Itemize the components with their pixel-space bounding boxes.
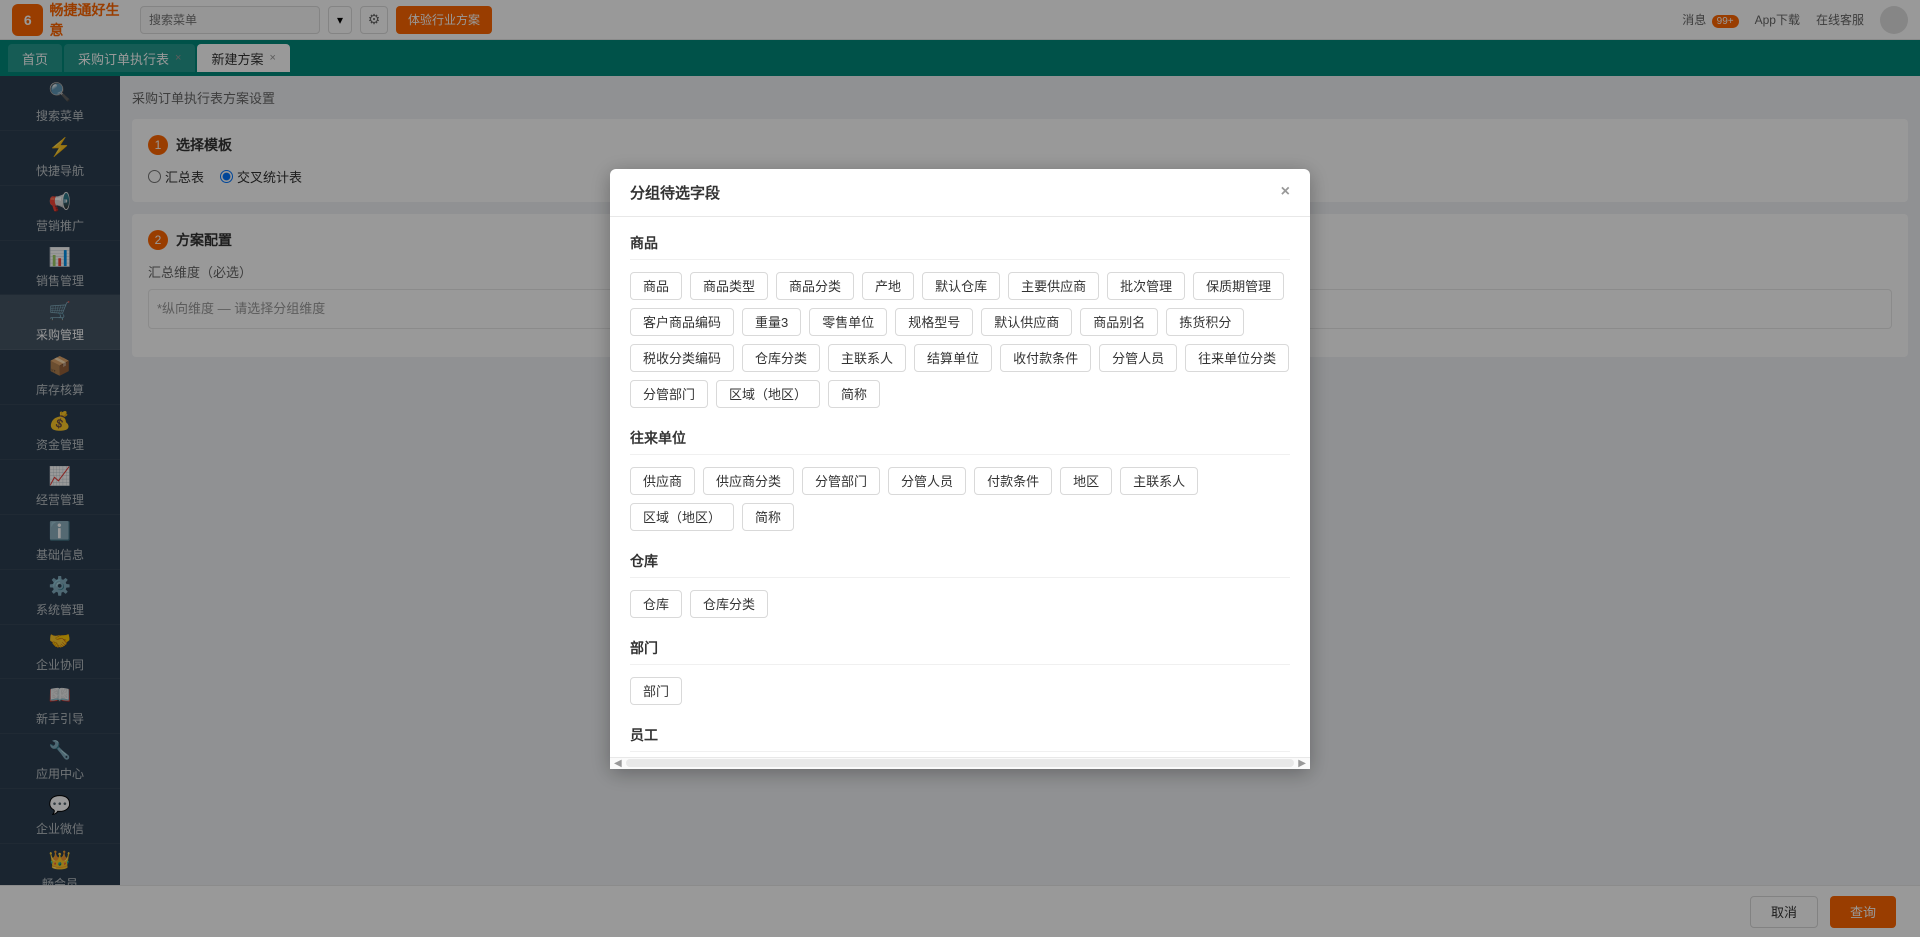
partner-chips: 供应商 供应商分类 分管部门 分管人员 付款条件 地区 主联系人 区域（地区） … (630, 467, 1290, 531)
chip-settle-unit[interactable]: 结算单位 (914, 344, 992, 372)
chip-default-warehouse[interactable]: 默认仓库 (922, 272, 1000, 300)
chip-tax-code[interactable]: 税收分类编码 (630, 344, 734, 372)
chip-spec-model[interactable]: 规格型号 (895, 308, 973, 336)
chip-admin-dept[interactable]: 分管部门 (630, 380, 708, 408)
chip-short-name2[interactable]: 简称 (742, 503, 794, 531)
chip-default-supplier[interactable]: 默认供应商 (981, 308, 1072, 336)
chip-dept[interactable]: 部门 (630, 677, 682, 705)
chip-main-contact[interactable]: 主联系人 (828, 344, 906, 372)
chip-admin-staff[interactable]: 分管人员 (1099, 344, 1177, 372)
chip-supplier[interactable]: 供应商 (630, 467, 695, 495)
chip-warehouse-category[interactable]: 仓库分类 (742, 344, 820, 372)
section-employee: 员工 业务员 (630, 725, 1290, 757)
section-dept: 部门 部门 (630, 638, 1290, 705)
chip-main-contact2[interactable]: 主联系人 (1120, 467, 1198, 495)
chip-warehouse[interactable]: 仓库 (630, 590, 682, 618)
section-product-title: 商品 (630, 233, 1290, 260)
chip-origin[interactable]: 产地 (862, 272, 914, 300)
chip-expiry-mgmt[interactable]: 保质期管理 (1193, 272, 1284, 300)
section-warehouse-title: 仓库 (630, 551, 1290, 578)
modal-overlay[interactable]: 分组待选字段 × 商品 商品 商品类型 商品分类 产地 默认仓库 主要供应商 批… (0, 0, 1920, 937)
section-dept-title: 部门 (630, 638, 1290, 665)
scroll-right-arrow[interactable]: ▶ (1298, 758, 1306, 769)
section-product: 商品 商品 商品类型 商品分类 产地 默认仓库 主要供应商 批次管理 保质期管理… (630, 233, 1290, 408)
section-employee-title: 员工 (630, 725, 1290, 752)
chip-supplier-category[interactable]: 供应商分类 (703, 467, 794, 495)
modal: 分组待选字段 × 商品 商品 商品类型 商品分类 产地 默认仓库 主要供应商 批… (610, 169, 1310, 769)
chip-main-supplier[interactable]: 主要供应商 (1008, 272, 1099, 300)
dept-chips: 部门 (630, 677, 1290, 705)
chip-product-category[interactable]: 商品分类 (776, 272, 854, 300)
chip-retail-unit[interactable]: 零售单位 (809, 308, 887, 336)
modal-title: 分组待选字段 (630, 182, 720, 203)
chip-batch-mgmt[interactable]: 批次管理 (1107, 272, 1185, 300)
chip-warehouse-cat[interactable]: 仓库分类 (690, 590, 768, 618)
chip-customer-code[interactable]: 客户商品编码 (630, 308, 734, 336)
chip-pay-terms[interactable]: 付款条件 (974, 467, 1052, 495)
chip-region[interactable]: 区域（地区） (716, 380, 820, 408)
chip-weight3[interactable]: 重量3 (742, 308, 801, 336)
modal-header: 分组待选字段 × (610, 169, 1310, 217)
section-warehouse: 仓库 仓库 仓库分类 (630, 551, 1290, 618)
horizontal-scrollbar[interactable] (626, 759, 1295, 767)
chip-area[interactable]: 地区 (1060, 467, 1112, 495)
modal-body: 商品 商品 商品类型 商品分类 产地 默认仓库 主要供应商 批次管理 保质期管理… (610, 217, 1310, 757)
modal-close-button[interactable]: × (1281, 183, 1290, 201)
chip-pick-points[interactable]: 拣货积分 (1166, 308, 1244, 336)
section-partner: 往来单位 供应商 供应商分类 分管部门 分管人员 付款条件 地区 主联系人 区域… (630, 428, 1290, 531)
chip-short-name[interactable]: 简称 (828, 380, 880, 408)
section-partner-title: 往来单位 (630, 428, 1290, 455)
chip-product-alias[interactable]: 商品别名 (1080, 308, 1158, 336)
chip-partner-category[interactable]: 往来单位分类 (1185, 344, 1289, 372)
chip-admin-staff2[interactable]: 分管人员 (888, 467, 966, 495)
modal-scroll-bar: ◀ ▶ (610, 757, 1310, 769)
chip-payment-terms[interactable]: 收付款条件 (1000, 344, 1091, 372)
chip-product-type[interactable]: 商品类型 (690, 272, 768, 300)
chip-region2[interactable]: 区域（地区） (630, 503, 734, 531)
warehouse-chips: 仓库 仓库分类 (630, 590, 1290, 618)
chip-product[interactable]: 商品 (630, 272, 682, 300)
chip-dept2[interactable]: 分管部门 (802, 467, 880, 495)
product-chips: 商品 商品类型 商品分类 产地 默认仓库 主要供应商 批次管理 保质期管理 客户… (630, 272, 1290, 408)
scroll-left-arrow[interactable]: ◀ (614, 758, 622, 769)
